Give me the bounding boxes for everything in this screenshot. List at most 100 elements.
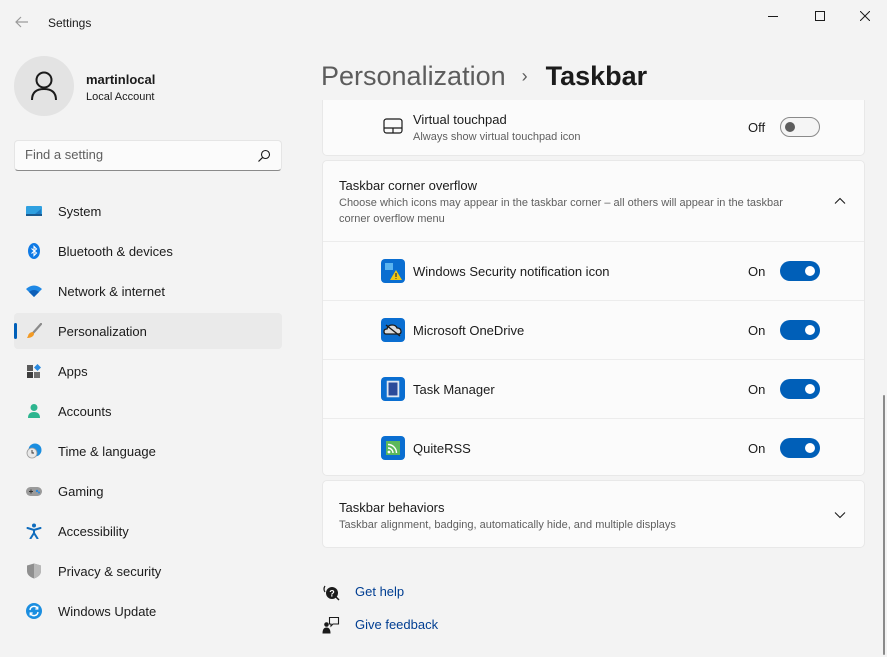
overflow-item-label: QuiteRSS	[413, 441, 471, 456]
page-title: Taskbar	[545, 60, 648, 91]
sidebar-item-label: Privacy & security	[58, 564, 162, 579]
sidebar-item-accounts[interactable]: Accounts	[14, 393, 282, 429]
sidebar-item-label: Accounts	[58, 404, 112, 419]
toggle-knob	[805, 384, 815, 394]
app-title: Settings	[48, 16, 92, 30]
overflow-item-windows-security: Windows Security notification icon On	[323, 241, 864, 300]
chevron-down-icon[interactable]	[832, 507, 848, 523]
setting-title: Virtual touchpad	[413, 112, 507, 127]
breadcrumb: Personalization › Taskbar	[321, 58, 647, 94]
section-header[interactable]: Taskbar corner overflow Choose which ico…	[323, 161, 864, 241]
feedback-icon	[322, 616, 340, 634]
toggle-state-label: On	[748, 382, 766, 397]
sidebar-item-label: Bluetooth & devices	[58, 244, 173, 259]
paintbrush-icon	[27, 323, 42, 338]
svg-text:?: ?	[329, 589, 335, 599]
taskbar-corner-overflow-section: Taskbar corner overflow Choose which ico…	[322, 160, 865, 476]
search-input[interactable]	[25, 147, 245, 162]
sidebar-item-accessibility[interactable]: Accessibility	[14, 513, 282, 549]
minimize-icon	[768, 16, 778, 17]
sidebar-item-label: Time & language	[58, 444, 156, 459]
avatar	[14, 56, 74, 116]
breadcrumb-separator: ›	[521, 65, 528, 86]
sidebar-item-label: Network & internet	[58, 284, 165, 299]
help-question-icon: ?	[323, 585, 340, 601]
sidebar-item-privacy-security[interactable]: Privacy & security	[14, 553, 282, 589]
windows-security-icon	[381, 259, 405, 283]
sidebar-item-personalization[interactable]: Personalization	[14, 313, 282, 349]
close-button[interactable]	[842, 0, 887, 32]
toggle-state-label: On	[748, 264, 766, 279]
get-help-label: Get help	[355, 584, 405, 599]
setting-description: Always show virtual touchpad icon	[413, 131, 581, 143]
overflow-item-label: Windows Security notification icon	[413, 264, 610, 279]
quiterss-toggle[interactable]	[780, 438, 820, 458]
toggle-knob	[805, 266, 815, 276]
vertical-scrollbar[interactable]	[883, 395, 885, 655]
wifi-icon	[26, 285, 42, 297]
apps-icon	[27, 364, 41, 378]
sidebar-item-windows-update[interactable]: Windows Update	[14, 593, 282, 629]
virtual-touchpad-toggle[interactable]	[780, 117, 820, 137]
chevron-up-icon[interactable]	[832, 193, 848, 209]
sidebar-item-label: Personalization	[58, 324, 147, 339]
quiterss-icon	[381, 436, 405, 460]
task-manager-toggle[interactable]	[780, 379, 820, 399]
system-display-icon	[26, 206, 42, 216]
maximize-icon	[815, 11, 825, 21]
title-bar: Settings	[0, 0, 887, 44]
close-icon	[860, 11, 870, 21]
gamepad-icon	[26, 487, 42, 496]
bluetooth-icon	[28, 243, 40, 259]
update-sync-icon	[26, 603, 42, 619]
sidebar-item-label: Windows Update	[58, 604, 157, 619]
sidebar-nav: System Bluetooth & devices Network & int…	[14, 193, 282, 633]
toggle-knob	[785, 122, 795, 132]
virtual-touchpad-setting: Virtual touchpad Always show virtual tou…	[322, 100, 865, 156]
sidebar-item-label: Gaming	[58, 484, 104, 499]
shield-icon	[27, 563, 41, 579]
search-box[interactable]	[14, 140, 282, 171]
sidebar-item-network[interactable]: Network & internet	[14, 273, 282, 309]
maximize-button[interactable]	[797, 0, 843, 32]
toggle-knob	[805, 325, 815, 335]
section-description: Taskbar alignment, badging, automaticall…	[339, 519, 676, 531]
accessibility-person-icon	[26, 523, 42, 539]
section-description: Choose which icons may appear in the tas…	[339, 197, 783, 225]
sidebar-item-apps[interactable]: Apps	[14, 353, 282, 389]
onedrive-icon	[381, 318, 405, 342]
overflow-item-task-manager: Task Manager On	[323, 359, 864, 418]
sidebar-item-label: Apps	[58, 364, 88, 379]
sidebar-item-gaming[interactable]: Gaming	[14, 473, 282, 509]
breadcrumb-parent[interactable]: Personalization	[321, 61, 506, 92]
search-icon[interactable]	[257, 149, 271, 163]
give-feedback-link[interactable]: Give feedback	[322, 615, 462, 635]
give-feedback-label: Give feedback	[355, 617, 439, 632]
taskbar-behaviors-section[interactable]: Taskbar behaviors Taskbar alignment, bad…	[322, 480, 865, 548]
touchpad-icon	[383, 118, 403, 134]
task-manager-icon	[381, 377, 405, 401]
arrow-left-icon	[15, 16, 28, 28]
sidebar-item-label: Accessibility	[58, 524, 129, 539]
overflow-item-label: Task Manager	[413, 382, 495, 397]
get-help-link[interactable]: ? Get help	[322, 582, 442, 602]
back-button[interactable]	[12, 12, 32, 32]
sidebar-item-system[interactable]: System	[14, 193, 282, 229]
minimize-button[interactable]	[750, 0, 796, 32]
onedrive-toggle[interactable]	[780, 320, 820, 340]
sidebar-item-time-language[interactable]: Time & language	[14, 433, 282, 469]
toggle-state-label: On	[748, 323, 766, 338]
windows-security-toggle[interactable]	[780, 261, 820, 281]
sidebar-item-bluetooth[interactable]: Bluetooth & devices	[14, 233, 282, 269]
person-icon	[31, 71, 57, 101]
user-profile[interactable]: martinlocal Local Account	[14, 56, 284, 118]
toggle-knob	[805, 443, 815, 453]
overflow-item-label: Microsoft OneDrive	[413, 323, 525, 338]
clock-globe-icon	[26, 443, 42, 459]
section-title: Taskbar behaviors	[339, 500, 445, 515]
overflow-item-onedrive: Microsoft OneDrive On	[323, 300, 864, 359]
user-name: martinlocal	[86, 72, 156, 87]
sidebar-item-label: System	[58, 204, 102, 219]
account-person-icon	[28, 404, 40, 418]
overflow-item-quiterss: QuiteRSS On	[323, 418, 864, 477]
